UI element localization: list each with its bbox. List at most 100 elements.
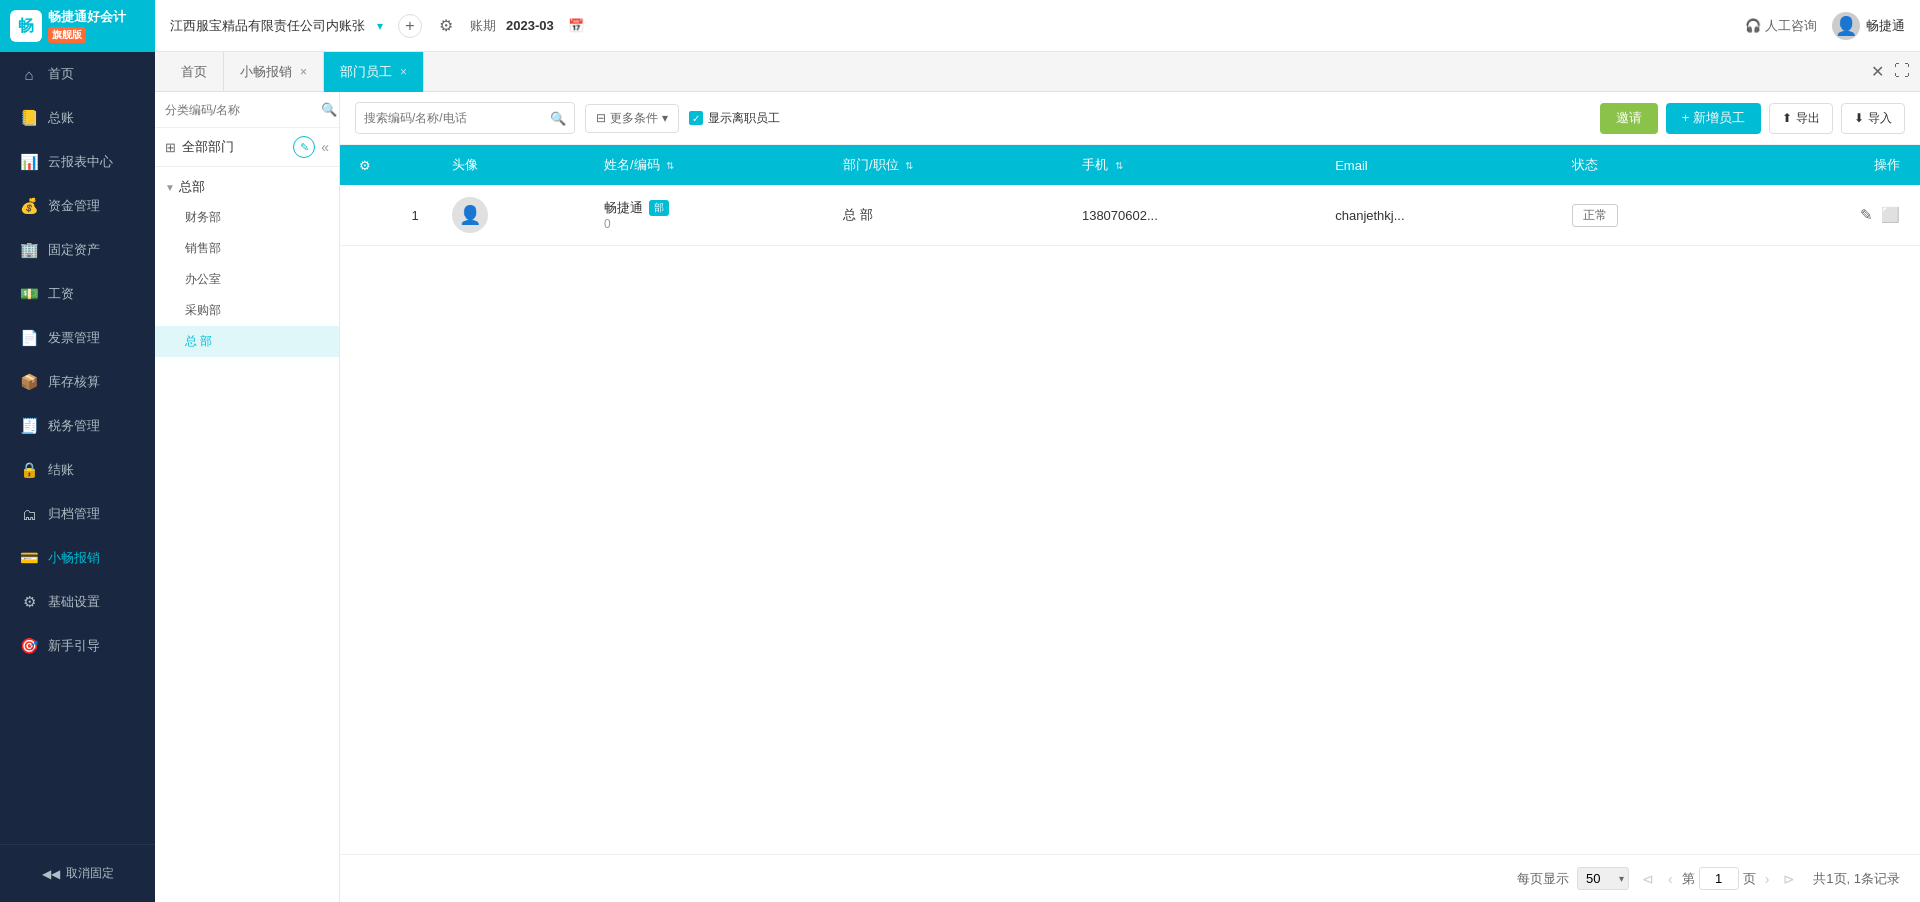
sidebar-label-guide: 新手引导: [48, 637, 100, 655]
import-button[interactable]: ⬇ 导入: [1841, 103, 1905, 134]
sidebar-item-archive[interactable]: 🗂 归档管理: [0, 492, 155, 536]
first-page-button[interactable]: ⊲: [1637, 869, 1659, 889]
page-input[interactable]: [1699, 867, 1739, 890]
invite-button[interactable]: 邀请: [1600, 103, 1658, 134]
delete-button[interactable]: ⬜: [1881, 206, 1900, 224]
sidebar-item-tax[interactable]: 🧾 税务管理: [0, 404, 155, 448]
archive-icon: 🗂: [20, 506, 38, 523]
dept-item-finance[interactable]: 财务部: [155, 202, 339, 233]
sidebar-item-ledger[interactable]: 📒 总账: [0, 96, 155, 140]
page-unit: 页: [1743, 870, 1756, 888]
row-index: 1: [390, 185, 440, 246]
settings-icon: ⚙: [20, 593, 38, 611]
show-resigned-checkbox[interactable]: ✓ 显示离职员工: [689, 110, 780, 127]
maximize-window-button[interactable]: ⛶: [1894, 62, 1910, 81]
content-area: 🔍 ⊞ 全部部门 ✎ « ▼ 总部 财务部 销售部: [155, 92, 1920, 902]
dept-search-bar: 🔍: [155, 92, 339, 128]
human-consult-button[interactable]: 🎧 人工咨询: [1745, 17, 1817, 35]
employee-avatar: 👤: [452, 197, 488, 233]
dept-item-sales[interactable]: 销售部: [155, 233, 339, 264]
last-page-button[interactable]: ⊳: [1778, 869, 1800, 889]
tab-home[interactable]: 首页: [165, 52, 224, 92]
col-settings[interactable]: ⚙: [340, 145, 390, 185]
logo-icon: 畅: [10, 10, 42, 42]
sidebar: 畅 畅捷通好会计 旗舰版 ⌂ 首页 📒 总账 📊 云报表中心 💰 资金管理 🏢 …: [0, 0, 155, 902]
search-icon[interactable]: 🔍: [550, 111, 566, 126]
app-name: 畅捷通好会计: [48, 9, 126, 25]
prev-page-button[interactable]: ‹: [1663, 869, 1678, 889]
col-name-code[interactable]: 姓名/编码 ⇅: [592, 145, 831, 185]
tabs-bar: 首页 小畅报销 × 部门员工 × ✕ ⛶: [155, 52, 1920, 92]
employee-name: 畅捷通: [604, 199, 643, 217]
sidebar-item-invoice[interactable]: 📄 发票管理: [0, 316, 155, 360]
sidebar-item-salary[interactable]: 💵 工资: [0, 272, 155, 316]
sidebar-item-settings[interactable]: ⚙ 基础设置: [0, 580, 155, 624]
dept-item-office[interactable]: 办公室: [155, 264, 339, 295]
assets-icon: 🏢: [20, 241, 38, 259]
close-window-button[interactable]: ✕: [1871, 62, 1884, 81]
sidebar-label-close: 结账: [48, 461, 74, 479]
sort-icon-name: ⇅: [666, 160, 674, 171]
home-icon: ⌂: [20, 66, 38, 83]
tab-dept-close[interactable]: ×: [400, 65, 407, 79]
more-filter-button[interactable]: ⊟ 更多条件 ▾: [585, 104, 679, 133]
next-page-button[interactable]: ›: [1760, 869, 1775, 889]
dept-item-general[interactable]: 总 部: [155, 326, 339, 357]
dept-item-purchase[interactable]: 采购部: [155, 295, 339, 326]
reports-icon: 📊: [20, 153, 38, 171]
export-icon: ⬆: [1782, 111, 1792, 125]
per-page-label: 每页显示: [1517, 870, 1569, 888]
export-button[interactable]: ⬆ 导出: [1769, 103, 1833, 134]
dept-edit-button[interactable]: ✎: [293, 136, 315, 158]
checkbox-icon: ✓: [689, 111, 703, 125]
employee-search-input[interactable]: [364, 111, 545, 125]
tab-dept-employee[interactable]: 部门员工 ×: [324, 52, 424, 92]
dept-search-input[interactable]: [165, 103, 315, 117]
employee-phone: 138070602...: [1082, 208, 1158, 223]
sidebar-item-capital[interactable]: 💰 资金管理: [0, 184, 155, 228]
per-page-select[interactable]: 10 20 50 100: [1577, 867, 1629, 890]
user-avatar: 👤: [1832, 12, 1860, 40]
filter-arrow: ▾: [662, 111, 668, 125]
dept-collapse-button[interactable]: «: [321, 139, 329, 155]
edit-button[interactable]: ✎: [1860, 206, 1873, 224]
all-dept-label: 全部部门: [182, 138, 234, 156]
col-dept-position[interactable]: 部门/职位 ⇅: [831, 145, 1070, 185]
user-info[interactable]: 👤 畅捷通: [1832, 12, 1905, 40]
dept-search-icon[interactable]: 🔍: [321, 102, 337, 117]
cancel-fixed-button[interactable]: ◀◀ 取消固定: [0, 855, 155, 892]
cancel-fixed-label: 取消固定: [66, 865, 114, 882]
sidebar-item-reports[interactable]: 📊 云报表中心: [0, 140, 155, 184]
sidebar-item-expense[interactable]: 💳 小畅报销: [0, 536, 155, 580]
sidebar-label-home: 首页: [48, 65, 74, 83]
tab-expense[interactable]: 小畅报销 ×: [224, 52, 324, 92]
tab-expense-close[interactable]: ×: [300, 65, 307, 79]
sidebar-label-inventory: 库存核算: [48, 373, 100, 391]
add-employee-button[interactable]: + 新增员工: [1666, 103, 1761, 134]
import-label: 导入: [1868, 110, 1892, 127]
page-label: 第: [1682, 870, 1695, 888]
avatar-icon: 👤: [1835, 15, 1857, 37]
tabs-right-buttons: ✕ ⛶: [1871, 62, 1910, 81]
row-phone: 138070602...: [1070, 185, 1323, 246]
company-dropdown-button[interactable]: ▾: [377, 19, 383, 33]
sidebar-label-settings: 基础设置: [48, 593, 100, 611]
company-name: 江西服宝精品有限责任公司内账张: [170, 17, 365, 35]
toolbar: 🔍 ⊟ 更多条件 ▾ ✓ 显示离职员工 邀请 + 新增员工 ⬆ 导出: [340, 92, 1920, 145]
employee-code: 0: [604, 217, 819, 231]
dept-item-sales-label: 销售部: [185, 241, 221, 255]
sidebar-item-close[interactable]: 🔒 结账: [0, 448, 155, 492]
sidebar-item-guide[interactable]: 🎯 新手引导: [0, 624, 155, 668]
sidebar-item-home[interactable]: ⌂ 首页: [0, 52, 155, 96]
add-company-button[interactable]: +: [398, 14, 422, 38]
sidebar-item-assets[interactable]: 🏢 固定资产: [0, 228, 155, 272]
row-avatar: 👤: [440, 185, 592, 246]
export-label: 导出: [1796, 110, 1820, 127]
settings-gear-icon[interactable]: ⚙: [432, 12, 460, 40]
calendar-icon[interactable]: 📅: [568, 18, 584, 33]
cancel-fixed-arrow: ◀◀: [42, 867, 60, 881]
sidebar-label-salary: 工资: [48, 285, 74, 303]
tax-icon: 🧾: [20, 417, 38, 435]
col-phone[interactable]: 手机 ⇅: [1070, 145, 1323, 185]
sidebar-item-inventory[interactable]: 📦 库存核算: [0, 360, 155, 404]
